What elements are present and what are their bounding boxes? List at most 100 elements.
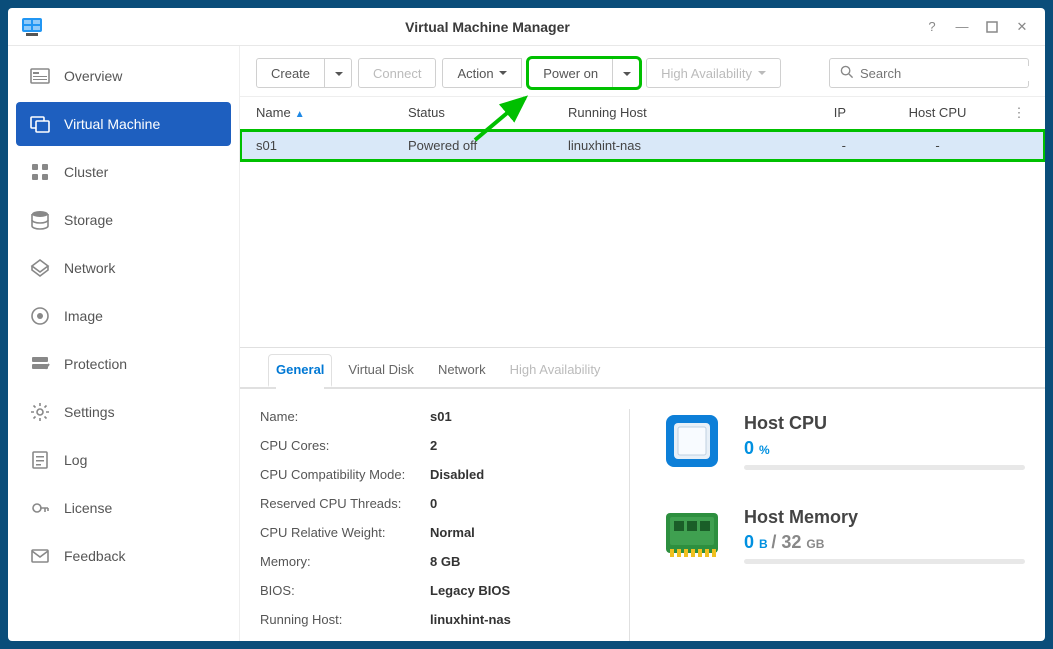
table-row[interactable]: s01 Powered off linuxhint-nas - - bbox=[240, 130, 1045, 161]
memory-icon bbox=[660, 503, 724, 567]
license-icon bbox=[30, 498, 50, 518]
sidebar-item-label: Protection bbox=[64, 356, 127, 372]
kv-key: CPU Relative Weight: bbox=[260, 525, 430, 540]
cluster-icon bbox=[30, 162, 50, 182]
kv-key: CPU Cores: bbox=[260, 438, 430, 453]
minimize-button[interactable]: — bbox=[951, 16, 973, 38]
col-more-icon[interactable]: ⋮ bbox=[1009, 105, 1029, 121]
sidebar-item-label: Network bbox=[64, 260, 115, 276]
power-on-highlight: Power on bbox=[528, 58, 640, 88]
sidebar-item-network[interactable]: Network bbox=[16, 246, 231, 290]
main-panel: Create Connect Action Power on High Avai… bbox=[240, 46, 1045, 641]
sidebar-item-settings[interactable]: Settings bbox=[16, 390, 231, 434]
sidebar-item-virtual-machine[interactable]: Virtual Machine bbox=[16, 102, 231, 146]
kv-val: linuxhint-nas bbox=[430, 612, 511, 627]
sidebar-item-label: Virtual Machine bbox=[64, 116, 160, 132]
sidebar-item-label: Cluster bbox=[64, 164, 108, 180]
sidebar-item-protection[interactable]: Protection bbox=[16, 342, 231, 386]
cpu-icon bbox=[660, 409, 724, 473]
kv-key: BIOS: bbox=[260, 583, 430, 598]
search-icon bbox=[840, 65, 854, 82]
create-dropdown[interactable] bbox=[325, 58, 352, 88]
kv-val: 2 bbox=[430, 438, 437, 453]
sidebar-item-image[interactable]: Image bbox=[16, 294, 231, 338]
sidebar-item-storage[interactable]: Storage bbox=[16, 198, 231, 242]
col-header-cpu[interactable]: Host CPU bbox=[866, 105, 1009, 121]
power-on-button[interactable]: Power on bbox=[528, 58, 613, 88]
titlebar: Virtual Machine Manager ? — ✕ bbox=[8, 8, 1045, 46]
sidebar-item-label: License bbox=[64, 500, 112, 516]
stat-bar bbox=[744, 465, 1025, 470]
kv-val: Disabled bbox=[430, 467, 484, 482]
stat-value: 0 bbox=[744, 438, 754, 458]
help-button[interactable]: ? bbox=[921, 16, 943, 38]
table-header: Name▲ Status Running Host IP Host CPU ⋮ bbox=[240, 96, 1045, 130]
stat-total: 32 bbox=[781, 532, 801, 552]
stat-title: Host CPU bbox=[744, 413, 1025, 434]
cell-status: Powered off bbox=[408, 138, 568, 153]
sidebar-item-label: Log bbox=[64, 452, 87, 468]
sidebar-item-label: Overview bbox=[64, 68, 122, 84]
kv-val: 8 GB bbox=[430, 554, 460, 569]
sidebar-item-label: Settings bbox=[64, 404, 115, 420]
detail-general-info: Name:s01 CPU Cores:2 CPU Compatibility M… bbox=[260, 409, 630, 641]
cell-name: s01 bbox=[256, 138, 408, 153]
feedback-icon bbox=[30, 546, 50, 566]
sidebar-item-feedback[interactable]: Feedback bbox=[16, 534, 231, 578]
stat-unit: B bbox=[759, 537, 768, 551]
detail-stats: Host CPU 0 % Host Memory bbox=[630, 409, 1025, 641]
col-header-name[interactable]: Name▲ bbox=[256, 105, 408, 121]
stat-unit: % bbox=[759, 443, 770, 457]
close-button[interactable]: ✕ bbox=[1011, 16, 1033, 38]
tab-virtual-disk[interactable]: Virtual Disk bbox=[348, 362, 414, 389]
kv-key: Running Host: bbox=[260, 612, 430, 627]
chevron-down-icon bbox=[756, 65, 766, 82]
sidebar-item-label: Storage bbox=[64, 212, 113, 228]
sidebar-item-overview[interactable]: Overview bbox=[16, 54, 231, 98]
cell-ip: - bbox=[716, 138, 866, 153]
col-header-host[interactable]: Running Host bbox=[568, 105, 716, 121]
sidebar-item-label: Image bbox=[64, 308, 103, 324]
col-header-status[interactable]: Status bbox=[408, 105, 568, 121]
window-title: Virtual Machine Manager bbox=[54, 19, 921, 35]
sidebar-item-license[interactable]: License bbox=[16, 486, 231, 530]
sidebar: Overview Virtual Machine Cluster Storage… bbox=[8, 46, 240, 641]
cell-cpu: - bbox=[866, 138, 1009, 153]
connect-button[interactable]: Connect bbox=[358, 58, 436, 88]
maximize-button[interactable] bbox=[981, 16, 1003, 38]
toolbar: Create Connect Action Power on High Avai… bbox=[240, 46, 1045, 96]
create-button[interactable]: Create bbox=[256, 58, 325, 88]
storage-icon bbox=[30, 210, 50, 230]
image-icon bbox=[30, 306, 50, 326]
sort-ascending-icon: ▲ bbox=[295, 109, 305, 120]
kv-key: CPU Compatibility Mode: bbox=[260, 467, 430, 482]
sidebar-item-cluster[interactable]: Cluster bbox=[16, 150, 231, 194]
vm-icon bbox=[30, 114, 50, 134]
window-controls: ? — ✕ bbox=[921, 16, 1033, 38]
high-availability-button[interactable]: High Availability bbox=[646, 58, 780, 88]
col-header-ip[interactable]: IP bbox=[716, 105, 866, 121]
stat-bar bbox=[744, 559, 1025, 564]
tab-network[interactable]: Network bbox=[438, 362, 486, 389]
detail-tabs: General Virtual Disk Network High Availa… bbox=[240, 348, 1045, 389]
log-icon bbox=[30, 450, 50, 470]
search-input[interactable] bbox=[860, 66, 1036, 81]
stat-total-unit: GB bbox=[806, 537, 824, 551]
action-button[interactable]: Action bbox=[442, 58, 522, 88]
details-panel: General Virtual Disk Network High Availa… bbox=[240, 347, 1045, 641]
app-icon bbox=[20, 15, 44, 39]
protection-icon bbox=[30, 354, 50, 374]
tab-general[interactable]: General bbox=[276, 362, 324, 389]
settings-icon bbox=[30, 402, 50, 422]
search-box[interactable] bbox=[829, 58, 1029, 88]
kv-val: Normal bbox=[430, 525, 475, 540]
kv-key: Memory: bbox=[260, 554, 430, 569]
kv-val: Legacy BIOS bbox=[430, 583, 510, 598]
cell-host: linuxhint-nas bbox=[568, 138, 716, 153]
chevron-down-icon bbox=[497, 65, 507, 82]
sidebar-item-log[interactable]: Log bbox=[16, 438, 231, 482]
power-on-dropdown[interactable] bbox=[613, 58, 640, 88]
kv-val: s01 bbox=[430, 409, 452, 424]
network-icon bbox=[30, 258, 50, 278]
stat-host-cpu: Host CPU 0 % bbox=[660, 409, 1025, 473]
